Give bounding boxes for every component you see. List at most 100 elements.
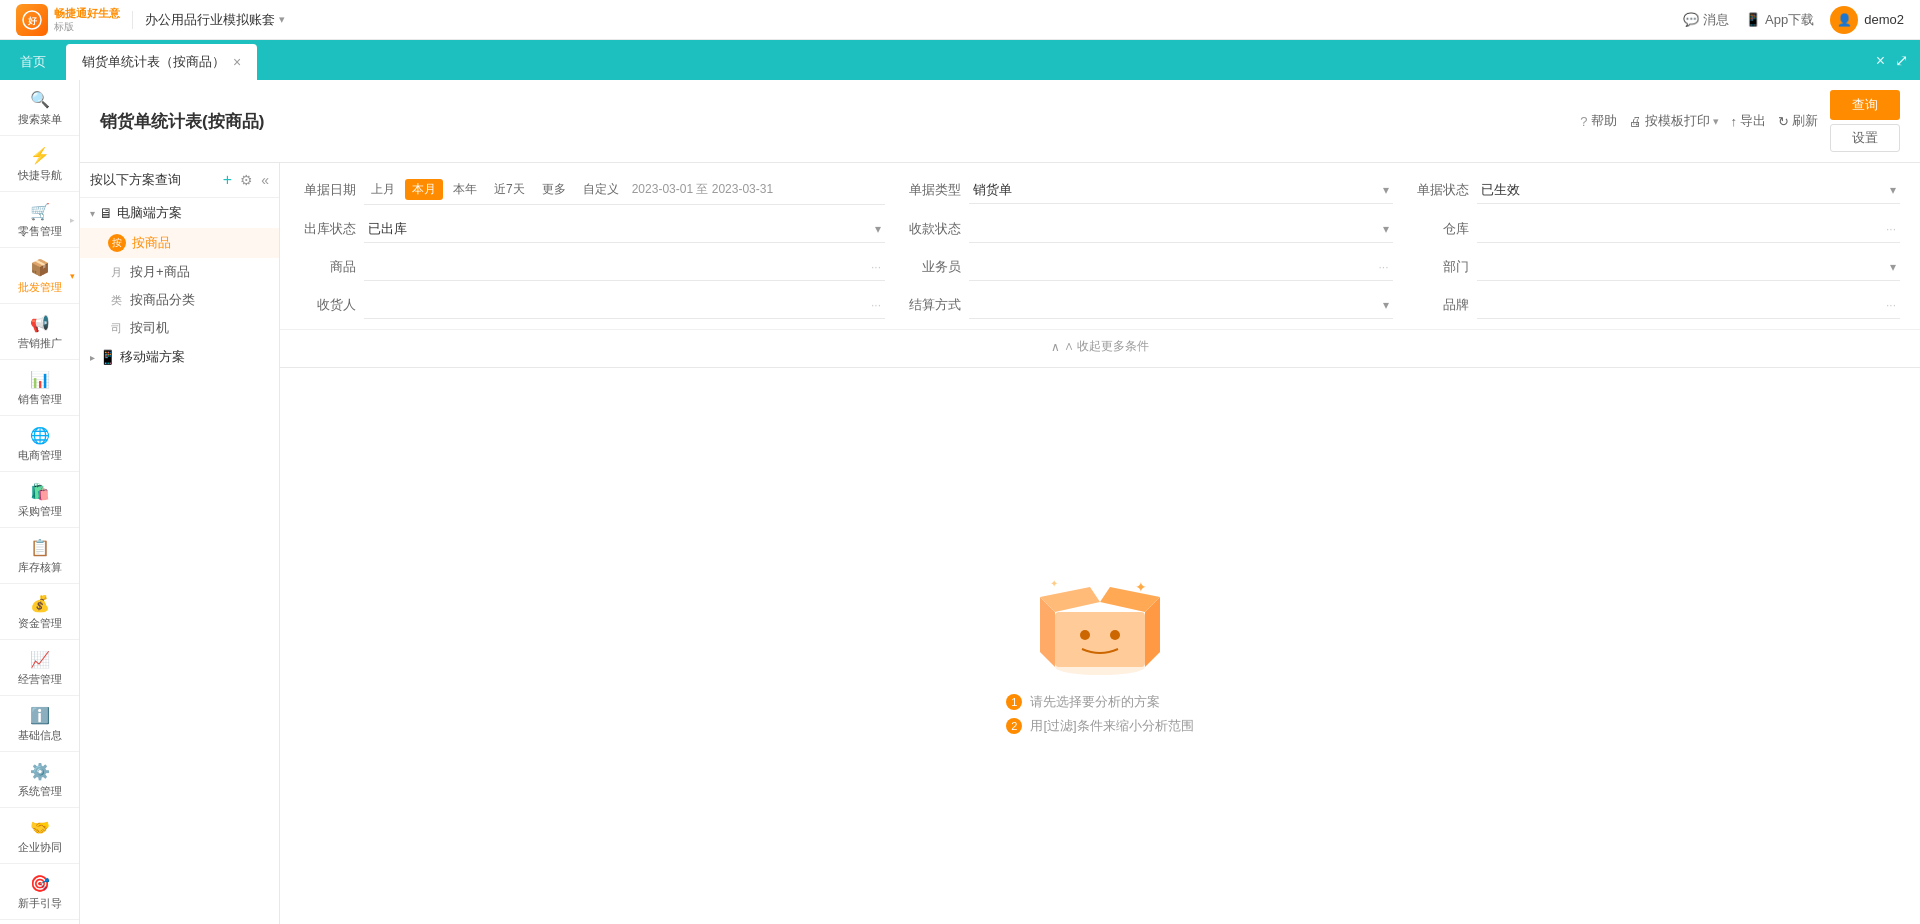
recipient-input[interactable]: ··· <box>364 291 885 319</box>
date-tab-current-month[interactable]: 本月 <box>405 179 443 200</box>
sidebar-item-wholesale[interactable]: 📦 批发管理 ▾ <box>0 248 79 304</box>
collapse-scheme-icon[interactable]: « <box>261 172 269 188</box>
tab-close-icon[interactable]: × <box>233 54 241 70</box>
sidebar-item-inventory[interactable]: 📋 库存核算 <box>0 528 79 584</box>
sidebar-item-search-menu[interactable]: 🔍 搜索菜单 <box>0 80 79 136</box>
sidebar-item-ecommerce[interactable]: 🌐 电商管理 <box>0 416 79 472</box>
doc-status-chevron-icon: ▾ <box>1890 183 1896 197</box>
collapse-bar[interactable]: ∧ ∧ 收起更多条件 <box>280 329 1920 363</box>
add-scheme-icon[interactable]: + <box>223 171 232 189</box>
brand-more-icon[interactable]: ··· <box>1886 298 1896 312</box>
date-selector: 上月 本月 本年 近7天 更多 自定义 2023-03-01 至 2023-03… <box>364 175 885 205</box>
sidebar-item-purchase[interactable]: 🛍️ 采购管理 <box>0 472 79 528</box>
sales-icon: 📊 <box>30 370 50 389</box>
filter-doc-status-field: 单据状态 已生效 ▾ <box>1413 176 1901 204</box>
new-guide-icon: 🎯 <box>30 874 50 893</box>
filter-date-field: 单据日期 上月 本月 本年 近7天 更多 自定义 20 <box>300 175 885 205</box>
doc-type-select[interactable]: 销货单 ▾ <box>969 176 1393 204</box>
scheme-item-by-category[interactable]: 类 按商品分类 <box>80 286 279 314</box>
workspace-selector[interactable]: 办公用品行业模拟账套 ▾ <box>132 11 285 29</box>
recipient-more-icon[interactable]: ··· <box>871 298 881 312</box>
date-tab-last-7[interactable]: 近7天 <box>487 179 532 200</box>
payment-status-select[interactable]: ▾ <box>969 215 1393 243</box>
sidebar-item-retail[interactable]: 🛒 零售管理 ▸ <box>0 192 79 248</box>
tab-sales-stat[interactable]: 销货单统计表（按商品） × <box>66 44 257 80</box>
filter-product-field: 商品 ··· <box>300 253 885 281</box>
salesperson-more-icon[interactable]: ··· <box>1378 260 1388 274</box>
page-title: 销货单统计表(按商品) <box>100 110 264 143</box>
filter-salesperson-field: 业务员 ··· <box>905 253 1393 281</box>
empty-tip-2: 2 用[过滤]条件来缩小分析范围 <box>1006 717 1193 735</box>
doc-type-chevron-icon: ▾ <box>1383 183 1389 197</box>
date-tab-custom[interactable]: 自定义 <box>576 179 626 200</box>
scheme-group-mobile-header[interactable]: ▸ 📱 移动端方案 <box>80 342 279 372</box>
filter-department-field: 部门 ▾ <box>1413 253 1901 281</box>
user-avatar[interactable]: 👤 demo2 <box>1830 6 1904 34</box>
warehouse-more-icon[interactable]: ··· <box>1886 222 1896 236</box>
doc-status-select[interactable]: 已生效 ▾ <box>1477 176 1901 204</box>
scheme-item-by-clerk[interactable]: 司 按司机 <box>80 314 279 342</box>
sidebar-item-sales[interactable]: 📊 销售管理 <box>0 360 79 416</box>
department-select[interactable]: ▾ <box>1477 253 1901 281</box>
scheme-group-pc-header[interactable]: ▾ 🖥 电脑端方案 <box>80 198 279 228</box>
inventory-icon: 📋 <box>30 538 50 557</box>
collapse-icon: ∧ <box>1051 340 1060 354</box>
brand-input[interactable]: ··· <box>1477 291 1901 319</box>
warehouse-input[interactable]: ··· <box>1477 215 1901 243</box>
help-btn[interactable]: ? 帮助 <box>1580 112 1616 130</box>
page-actions: ? 帮助 🖨 按模板打印 ▾ ↑ 导出 ↻ 刷新 查询 <box>1580 90 1900 162</box>
sidebar-item-enterprise[interactable]: 🤝 企业协同 <box>0 808 79 864</box>
close-window-icon[interactable]: × <box>1876 51 1885 69</box>
wholesale-icon: 📦 <box>30 258 50 277</box>
maximize-window-icon[interactable]: ⤢ <box>1895 51 1908 70</box>
message-btn[interactable]: 💬 消息 <box>1683 11 1729 29</box>
mobile-group-icon: 📱 <box>99 349 116 365</box>
sidebar-item-basic-info[interactable]: ℹ️ 基础信息 <box>0 696 79 752</box>
date-tab-last-month[interactable]: 上月 <box>364 179 402 200</box>
tab-home[interactable]: 首页 <box>0 44 66 80</box>
finance-icon: 💰 <box>30 594 50 613</box>
query-button[interactable]: 查询 <box>1830 90 1900 120</box>
settings-scheme-icon[interactable]: ⚙ <box>240 172 253 188</box>
scheme-item-by-product[interactable]: 按 按商品 <box>80 228 279 258</box>
sidebar-item-app-center[interactable]: 📱 应用中心 <box>0 920 79 924</box>
refresh-btn[interactable]: ↻ 刷新 <box>1778 112 1818 130</box>
recipient-label: 收货人 <box>300 296 356 314</box>
export-btn[interactable]: ↑ 导出 <box>1731 112 1767 130</box>
payment-method-select[interactable]: ▾ <box>969 291 1393 319</box>
warehouse-status-select[interactable]: 已出库 ▾ <box>364 215 885 243</box>
app-download-btn[interactable]: 📱 App下载 <box>1745 11 1814 29</box>
filter-panel-title: 按以下方案查询 <box>90 171 181 189</box>
product-more-icon[interactable]: ··· <box>871 260 881 274</box>
tip-num-2: 2 <box>1006 718 1022 734</box>
product-input[interactable]: ··· <box>364 253 885 281</box>
sidebar-item-new-guide[interactable]: 🎯 新手引导 <box>0 864 79 920</box>
date-tab-more[interactable]: 更多 <box>535 179 573 200</box>
sidebar-item-finance[interactable]: 💰 资金管理 <box>0 584 79 640</box>
svg-text:好: 好 <box>27 16 38 26</box>
svg-point-9 <box>1110 630 1120 640</box>
sidebar-item-marketing[interactable]: 📢 营销推广 <box>0 304 79 360</box>
system-icon: ⚙️ <box>30 762 50 781</box>
tab-bar: 首页 销货单统计表（按商品） × × ⤢ <box>0 40 1920 80</box>
help-icon: ? <box>1580 114 1587 129</box>
filter-scheme-panel: 按以下方案查询 + ⚙ « ▾ 🖥 电脑端方案 <box>80 163 280 924</box>
sidebar-item-quick-nav[interactable]: ⚡ 快捷导航 <box>0 136 79 192</box>
salesperson-input[interactable]: ··· <box>969 253 1393 281</box>
warehouse-status-chevron-icon: ▾ <box>875 222 881 236</box>
retail-icon: 🛒 <box>30 202 50 221</box>
date-tabs: 上月 本月 本年 近7天 更多 自定义 <box>364 179 626 200</box>
print-btn[interactable]: 🖨 按模板打印 ▾ <box>1629 112 1719 130</box>
warehouse-label: 仓库 <box>1413 220 1469 238</box>
scheme-item-by-month-product[interactable]: 月 按月+商品 <box>80 258 279 286</box>
settings-button[interactable]: 设置 <box>1830 124 1900 152</box>
sidebar-item-system[interactable]: ⚙️ 系统管理 <box>0 752 79 808</box>
filter-row-2: 出库状态 已出库 ▾ 收款状态 ▾ <box>300 215 1900 243</box>
filter-payment-method-field: 结算方式 ▾ <box>905 291 1393 319</box>
date-tab-current-year[interactable]: 本年 <box>446 179 484 200</box>
doc-status-label: 单据状态 <box>1413 181 1469 199</box>
ecommerce-icon: 🌐 <box>30 426 50 445</box>
marketing-icon: 📢 <box>30 314 50 333</box>
filter-form: 单据日期 上月 本月 本年 近7天 更多 自定义 20 <box>280 163 1920 368</box>
sidebar-item-operations[interactable]: 📈 经营管理 <box>0 640 79 696</box>
